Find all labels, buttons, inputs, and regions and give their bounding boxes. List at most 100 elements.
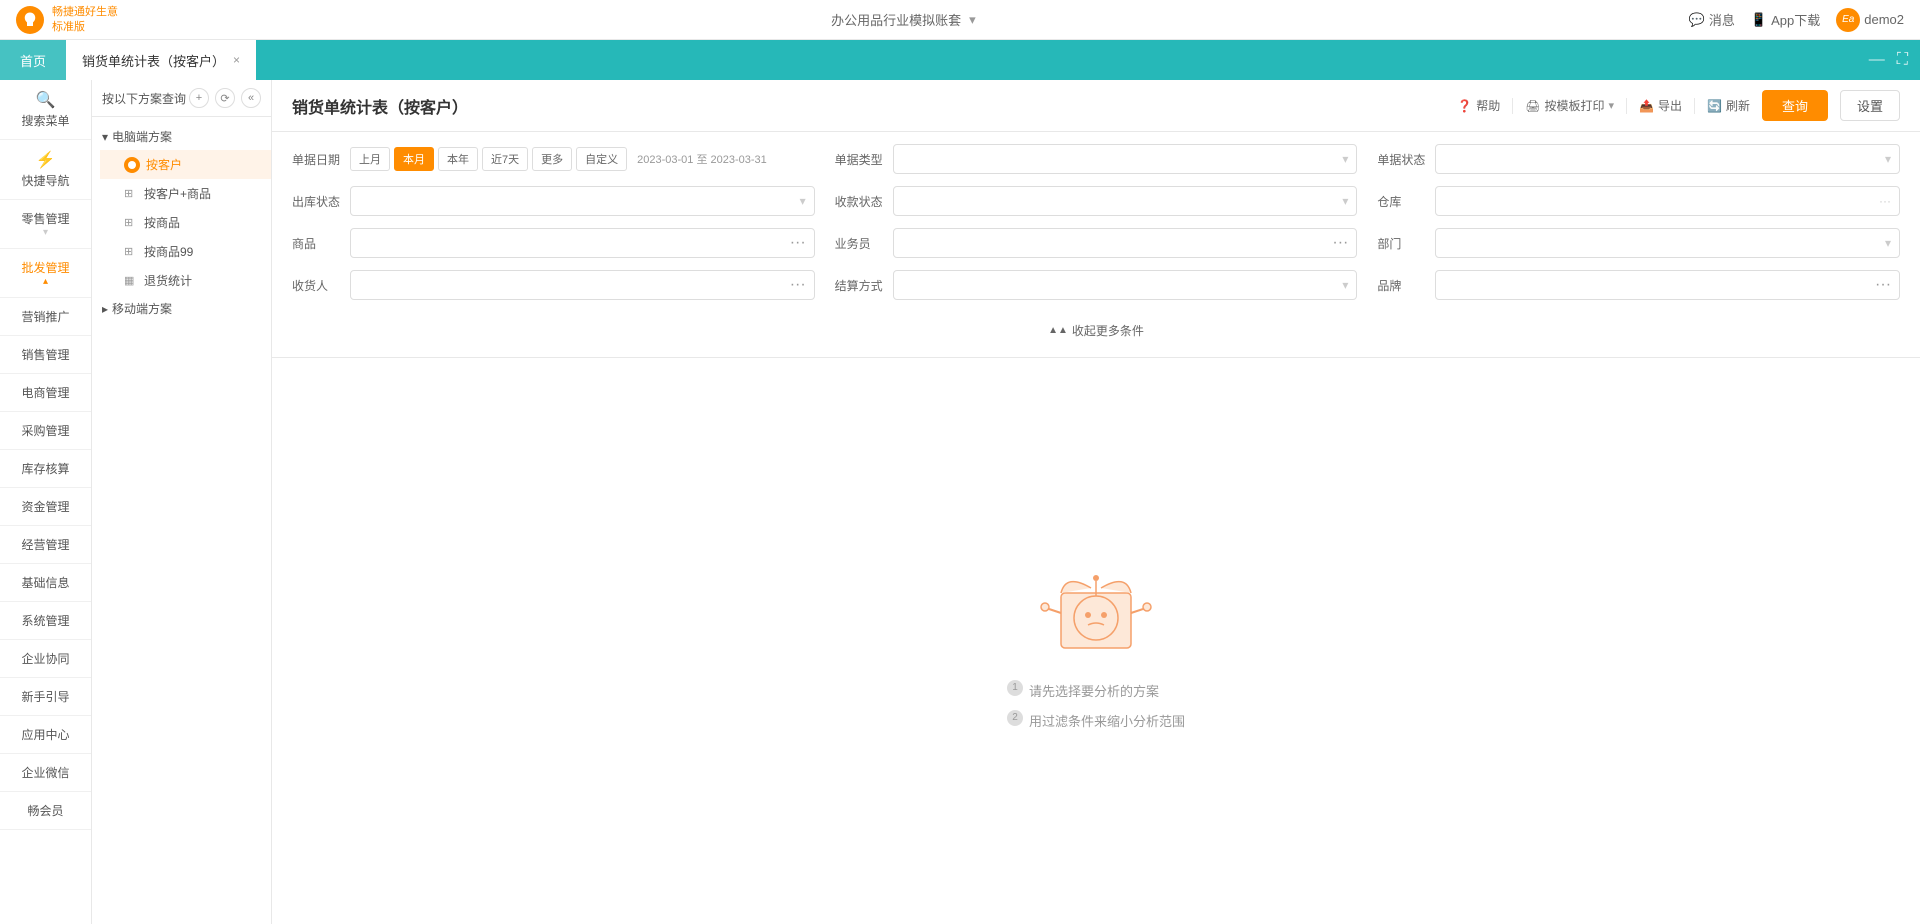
by-customer-label: 按客户 [146, 156, 182, 173]
export-label: 导出 [1658, 97, 1682, 114]
salesperson-control[interactable]: ··· [893, 228, 1358, 258]
goods-control[interactable]: ··· [350, 228, 815, 258]
settings-button[interactable]: 设置 [1840, 90, 1900, 121]
empty-illustration [1036, 543, 1156, 663]
sidebar-item-newbie[interactable]: 新手引导 [0, 678, 91, 716]
department-arrow: ▾ [1885, 236, 1891, 250]
message-btn[interactable]: 💬 消息 [1689, 10, 1735, 29]
refresh-icon: 🔄 [1707, 99, 1722, 113]
filter-brand: 品牌 ··· [1377, 270, 1900, 300]
stock-status-label: 出库状态 [292, 193, 342, 210]
sidebar-item-retail[interactable]: 零售管理 ▾ [0, 200, 91, 249]
scheme-header-label: 按以下方案查询 [102, 90, 186, 107]
filter-row-3: 商品 ··· 业务员 ··· 部门 [292, 228, 1900, 258]
order-status-control[interactable]: ▾ [1435, 144, 1900, 174]
tab-home[interactable]: 首页 [0, 40, 66, 80]
sidebar-item-wechat[interactable]: 企业微信 [0, 754, 91, 792]
payment-status-arrow: ▾ [1342, 194, 1348, 208]
sidebar-item-quicknav[interactable]: ⚡ 快捷导航 [0, 140, 91, 200]
date-7days[interactable]: 近7天 [482, 147, 528, 171]
header-workspace[interactable]: 办公用品行业模拟账套 ▾ [831, 10, 976, 29]
date-last-month[interactable]: 上月 [350, 147, 390, 171]
sidebar-item-wholesale[interactable]: 批发管理 ▴ [0, 249, 91, 298]
print-dropdown-icon[interactable]: ▾ [1609, 99, 1615, 112]
top-header: 畅捷通好生意 标准版 办公用品行业模拟账套 ▾ 💬 消息 📱 App下载 Ea … [0, 0, 1920, 40]
tree-item-return-stats[interactable]: ▦ 退货统计 [100, 266, 271, 295]
sidebar-item-search[interactable]: 🔍 搜索菜单 [0, 80, 91, 140]
mobile-group-arrow: ▸ [102, 302, 108, 316]
stock-status-control[interactable]: ▾ [350, 186, 815, 216]
payment-status-control[interactable]: ▾ [893, 186, 1358, 216]
sidebar-item-enterprise[interactable]: 企业协同 [0, 640, 91, 678]
receiver-control[interactable]: ··· [350, 270, 815, 300]
tab-close-btn[interactable]: × [233, 53, 240, 67]
salesperson-dots[interactable]: ··· [1332, 234, 1348, 252]
goods-label: 商品 [292, 235, 342, 252]
tip2-num: 2 [1007, 710, 1023, 726]
date-control: 上月 本月 本年 近7天 更多 自定义 2023-03-01 至 2023-03… [350, 147, 815, 171]
workspace-label: 办公用品行业模拟账套 [831, 10, 961, 29]
sidebar-item-system[interactable]: 系统管理 [0, 602, 91, 640]
brand-dots[interactable]: ··· [1875, 276, 1891, 294]
scheme-add-btn[interactable]: + [189, 88, 209, 108]
scheme-collapse-btn[interactable]: « [241, 88, 261, 108]
retail-label: 零售管理 [8, 210, 83, 227]
date-custom[interactable]: 自定义 [576, 147, 627, 171]
export-btn[interactable]: 📤 导出 [1639, 97, 1682, 114]
sidebar-item-purchase[interactable]: 采购管理 [0, 412, 91, 450]
divider3 [1694, 98, 1695, 114]
collapse-btn[interactable]: ▲▲ 收起更多条件 [1042, 316, 1150, 345]
tab-sales-stats[interactable]: 销货单统计表（按客户） × [66, 40, 256, 80]
salesperson-label: 业务员 [835, 235, 885, 252]
date-shortcuts: 上月 本月 本年 近7天 更多 自定义 [350, 147, 627, 171]
tree-item-by-customer-goods[interactable]: ⊞ 按客户+商品 [100, 179, 271, 208]
tree-group-pc-header[interactable]: ▾ 电脑端方案 [92, 123, 271, 150]
sidebar-item-sales[interactable]: 销售管理 [0, 336, 91, 374]
tree-item-by-goods[interactable]: ⊞ 按商品 [100, 208, 271, 237]
sidebar-item-member[interactable]: 畅会员 [0, 792, 91, 830]
sidebar-item-appcenter[interactable]: 应用中心 [0, 716, 91, 754]
customer-goods-icon: ⊞ [124, 187, 138, 201]
print-btn[interactable]: 🖨 按模板打印 ▾ [1525, 97, 1614, 114]
sidebar-item-ecommerce[interactable]: 电商管理 [0, 374, 91, 412]
filter-goods: 商品 ··· [292, 228, 815, 258]
date-more[interactable]: 更多 [532, 147, 572, 171]
page-actions: ❓ 帮助 🖨 按模板打印 ▾ 📤 导出 [1457, 90, 1900, 121]
help-btn[interactable]: ❓ 帮助 [1457, 97, 1500, 114]
sidebar-item-inventory[interactable]: 库存核算 [0, 450, 91, 488]
scheme-refresh-btn[interactable]: ⟳ [215, 88, 235, 108]
brand-control[interactable]: ··· [1435, 270, 1900, 300]
receiver-dots[interactable]: ··· [790, 276, 806, 294]
ecommerce-label: 电商管理 [8, 384, 83, 401]
sales-label: 销售管理 [8, 346, 83, 363]
tab-expand-btn[interactable]: ⛶ [1897, 51, 1908, 69]
help-icon: ❓ [1457, 99, 1472, 113]
date-this-year[interactable]: 本年 [438, 147, 478, 171]
goods-dots[interactable]: ··· [790, 234, 806, 252]
query-button[interactable]: 查询 [1762, 90, 1828, 121]
avatar: Ea [1836, 8, 1860, 32]
divider2 [1626, 98, 1627, 114]
empty-state: 1 请先选择要分析的方案 2 用过滤条件来缩小分析范围 [1007, 543, 1185, 739]
workspace-dropdown-icon[interactable]: ▾ [969, 12, 976, 28]
sidebar-item-basicinfo[interactable]: 基础信息 [0, 564, 91, 602]
department-control[interactable]: ▾ [1435, 228, 1900, 258]
filter-department: 部门 ▾ [1377, 228, 1900, 258]
app-download-btn[interactable]: 📱 App下载 [1751, 10, 1820, 29]
tab-spacer [256, 40, 1857, 80]
tree-item-by-customer[interactable]: 按客户 [100, 150, 271, 179]
refresh-btn[interactable]: 🔄 刷新 [1707, 97, 1750, 114]
sidebar-item-marketing[interactable]: 营销推广 [0, 298, 91, 336]
warehouse-control[interactable]: ··· [1435, 186, 1900, 216]
sidebar-item-operations[interactable]: 经营管理 [0, 526, 91, 564]
user-avatar-btn[interactable]: Ea demo2 [1836, 8, 1904, 32]
date-this-month[interactable]: 本月 [394, 147, 434, 171]
order-type-control[interactable]: ▾ [893, 144, 1358, 174]
tree-item-by-goods-99[interactable]: ⊞ 按商品99 [100, 237, 271, 266]
tip2-text: 用过滤条件来缩小分析范围 [1029, 709, 1185, 735]
sidebar: 🔍 搜索菜单 ⚡ 快捷导航 零售管理 ▾ 批发管理 ▴ 营销推广 销售管理 电商… [0, 80, 92, 924]
settlement-control[interactable]: ▾ [893, 270, 1358, 300]
tree-group-mobile-header[interactable]: ▸ 移动端方案 [92, 295, 271, 322]
tab-minimize-btn[interactable]: — [1869, 51, 1885, 69]
sidebar-item-finance[interactable]: 资金管理 [0, 488, 91, 526]
